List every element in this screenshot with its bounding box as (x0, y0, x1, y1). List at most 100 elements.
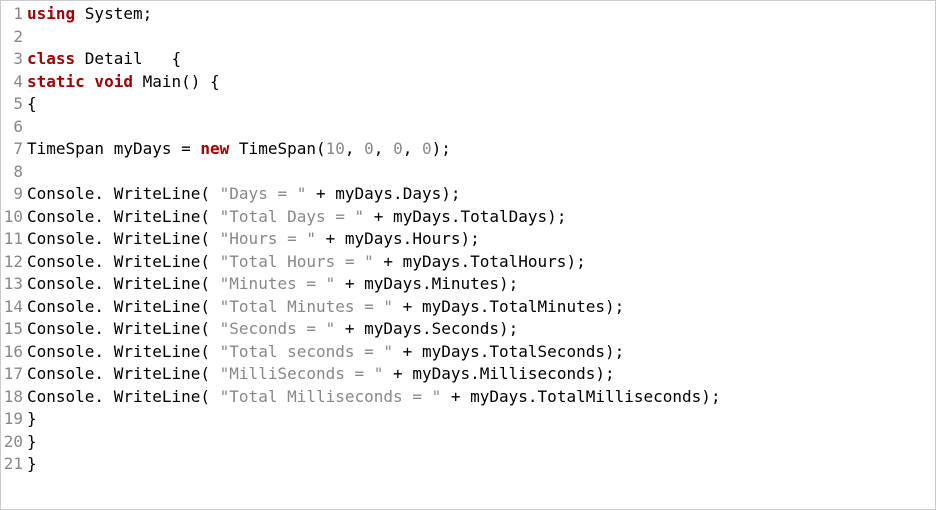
token-str: "Total seconds = " (220, 342, 393, 361)
line-source: Console. WriteLine( "Total Days = " + my… (27, 206, 935, 229)
token-str: "Total Minutes = " (220, 297, 393, 316)
code-line: 20} (1, 431, 935, 454)
line-number: 21 (1, 453, 27, 476)
line-number: 15 (1, 318, 27, 341)
line-source: class Detail { (27, 48, 935, 71)
code-line: 19} (1, 408, 935, 431)
token-id: } (27, 454, 37, 473)
token-id: Console. WriteLine( (27, 207, 220, 226)
token-num: 10 (326, 139, 345, 158)
line-number: 17 (1, 363, 27, 386)
line-source: Console. WriteLine( "MilliSeconds = " + … (27, 363, 935, 386)
line-number: 12 (1, 251, 27, 274)
line-source: Console. WriteLine( "Total seconds = " +… (27, 341, 935, 364)
line-source: Console. WriteLine( "Seconds = " + myDay… (27, 318, 935, 341)
line-source: } (27, 431, 935, 454)
line-source: Console. WriteLine( "Minutes = " + myDay… (27, 273, 935, 296)
line-number: 6 (1, 116, 27, 139)
token-num: 0 (393, 139, 403, 158)
token-num: 0 (422, 139, 432, 158)
line-source (27, 161, 935, 184)
token-id: Console. WriteLine( (27, 342, 220, 361)
token-id: Console. WriteLine( (27, 387, 220, 406)
token-id: + myDays.Hours); (316, 229, 480, 248)
code-line: 21} (1, 453, 935, 476)
token-id: , (403, 139, 422, 158)
token-id: ); (432, 139, 451, 158)
token-str: "Hours = " (220, 229, 316, 248)
code-line: 12Console. WriteLine( "Total Hours = " +… (1, 251, 935, 274)
line-source: using System; (27, 3, 935, 26)
token-id: Console. WriteLine( (27, 184, 220, 203)
code-line: 14Console. WriteLine( "Total Minutes = "… (1, 296, 935, 319)
token-id: Console. WriteLine( (27, 274, 220, 293)
code-line: 10Console. WriteLine( "Total Days = " + … (1, 206, 935, 229)
token-id: , (374, 139, 393, 158)
line-number: 2 (1, 26, 27, 49)
token-id: + myDays.Minutes); (335, 274, 518, 293)
code-line: 1using System; (1, 3, 935, 26)
line-number: 9 (1, 183, 27, 206)
token-id: + myDays.TotalDays); (364, 207, 566, 226)
code-line: 18Console. WriteLine( "Total Millisecond… (1, 386, 935, 409)
line-number: 14 (1, 296, 27, 319)
line-source: static void Main() { (27, 71, 935, 94)
code-line: 7TimeSpan myDays = new TimeSpan(10, 0, 0… (1, 138, 935, 161)
line-source: Console. WriteLine( "Total Minutes = " +… (27, 296, 935, 319)
line-number: 10 (1, 206, 27, 229)
code-line: 6 (1, 116, 935, 139)
token-id: Console. WriteLine( (27, 364, 220, 383)
token-id: Main() { (143, 72, 220, 91)
token-id: + myDays.TotalMinutes); (393, 297, 624, 316)
token-str: "Total Days = " (220, 207, 365, 226)
code-line: 11Console. WriteLine( "Hours = " + myDay… (1, 228, 935, 251)
token-id: + myDays.Milliseconds); (383, 364, 614, 383)
code-line: 3class Detail { (1, 48, 935, 71)
token-id: + myDays.TotalHours); (374, 252, 586, 271)
code-line: 13Console. WriteLine( "Minutes = " + myD… (1, 273, 935, 296)
token-id: { (27, 94, 37, 113)
token-id: Console. WriteLine( (27, 319, 220, 338)
token-str: "Total Milliseconds = " (220, 387, 442, 406)
token-kw: new (200, 139, 239, 158)
token-kw: using (27, 4, 85, 23)
code-line: 15Console. WriteLine( "Seconds = " + myD… (1, 318, 935, 341)
line-source: { (27, 93, 935, 116)
token-id: + myDays.Seconds); (335, 319, 518, 338)
token-str: "MilliSeconds = " (220, 364, 384, 383)
token-id: + myDays.TotalMilliseconds); (441, 387, 720, 406)
line-number: 19 (1, 408, 27, 431)
token-id: + myDays.Days); (306, 184, 460, 203)
line-number: 3 (1, 48, 27, 71)
line-number: 4 (1, 71, 27, 94)
line-number: 16 (1, 341, 27, 364)
token-id: TimeSpan myDays = (27, 139, 200, 158)
code-line: 5{ (1, 93, 935, 116)
token-id: TimeSpan( (239, 139, 326, 158)
line-source: Console. WriteLine( "Hours = " + myDays.… (27, 228, 935, 251)
token-id: , (345, 139, 364, 158)
code-block: 1using System;23class Detail {4static vo… (1, 3, 935, 476)
token-num: 0 (364, 139, 374, 158)
code-line: 17Console. WriteLine( "MilliSeconds = " … (1, 363, 935, 386)
token-str: "Minutes = " (220, 274, 336, 293)
token-str: "Seconds = " (220, 319, 336, 338)
line-source (27, 26, 935, 49)
line-source: } (27, 453, 935, 476)
line-number: 7 (1, 138, 27, 161)
line-source: TimeSpan myDays = new TimeSpan(10, 0, 0,… (27, 138, 935, 161)
token-id: Console. WriteLine( (27, 297, 220, 316)
code-line: 4static void Main() { (1, 71, 935, 94)
token-id: Console. WriteLine( (27, 229, 220, 248)
token-kw: class (27, 49, 85, 68)
token-id: Detail { (85, 49, 181, 68)
code-line: 8 (1, 161, 935, 184)
line-number: 5 (1, 93, 27, 116)
line-number: 13 (1, 273, 27, 296)
line-source: Console. WriteLine( "Days = " + myDays.D… (27, 183, 935, 206)
token-id: } (27, 432, 37, 451)
line-number: 11 (1, 228, 27, 251)
code-line: 2 (1, 26, 935, 49)
token-id: } (27, 409, 37, 428)
token-str: "Days = " (220, 184, 307, 203)
